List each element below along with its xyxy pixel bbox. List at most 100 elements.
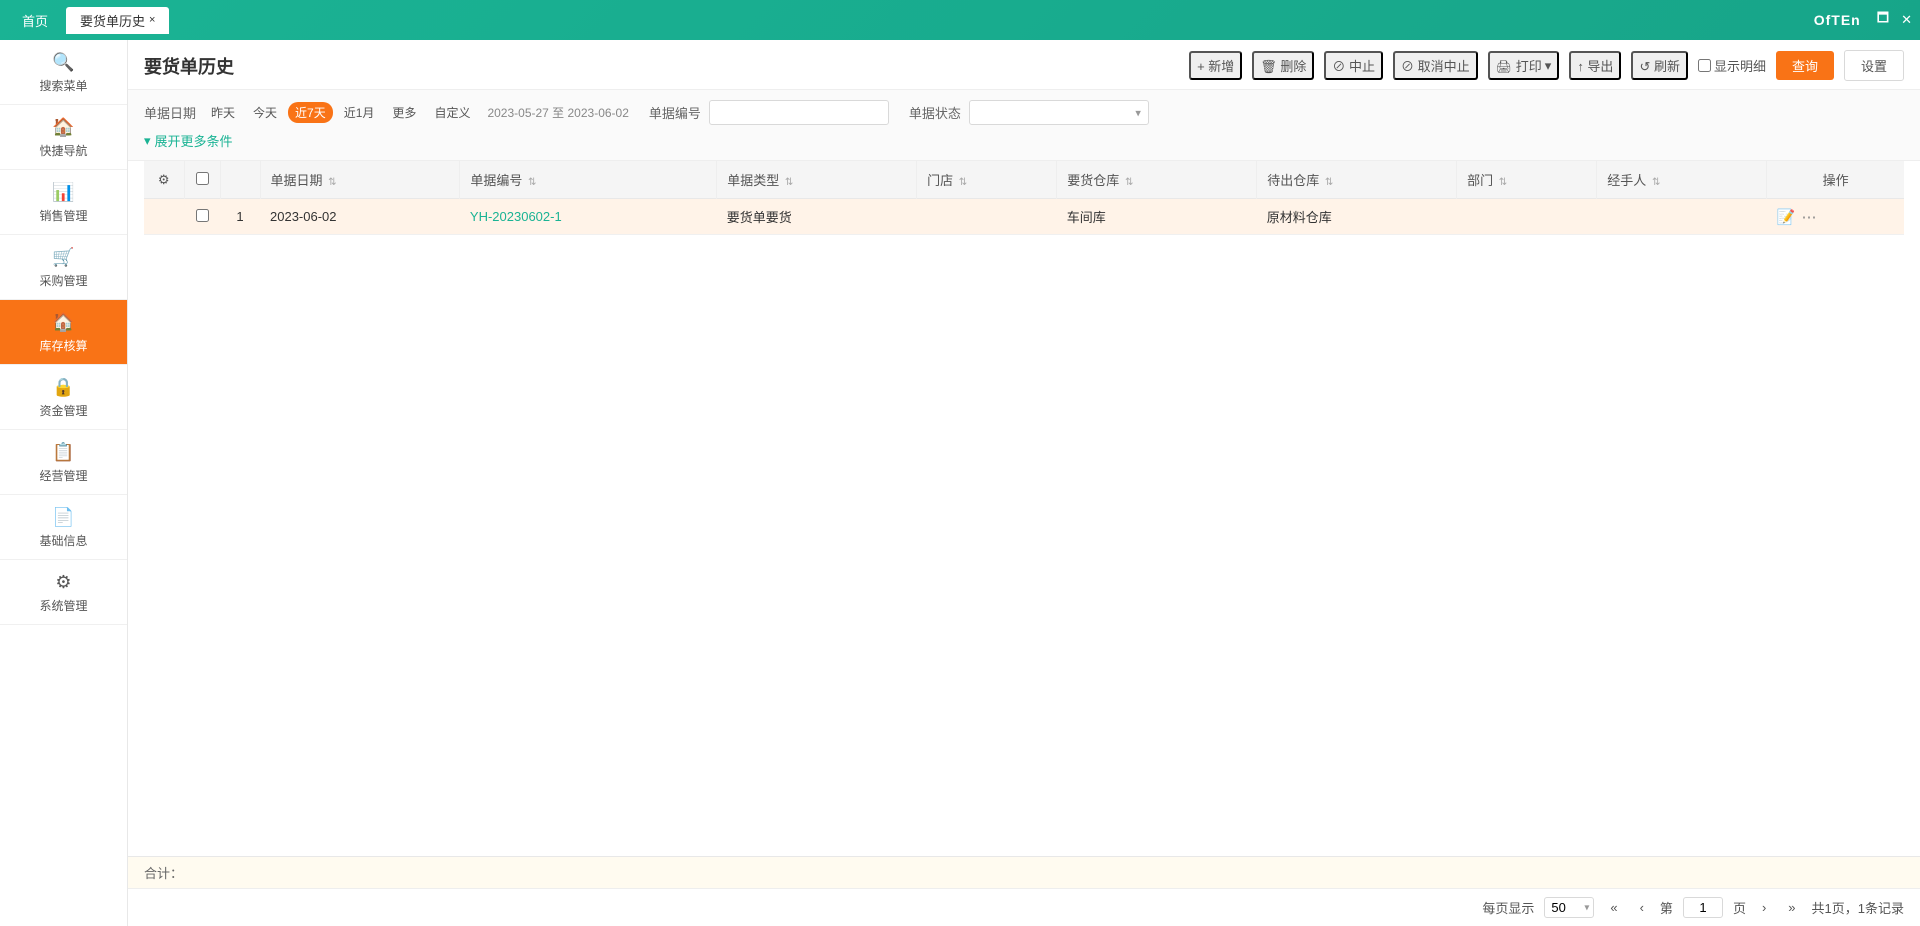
select-all-checkbox[interactable] [196,172,209,185]
tab-requisition-history[interactable]: 要货单历史 × [66,7,169,34]
cancel-stop-button[interactable]: ⊘ 取消中止 [1393,51,1478,80]
filter-row: 单据日期 昨天 今天 近7天 近1月 更多 自定义 2023-05-27 至 2… [144,100,1904,125]
table-row: 1 2023-06-02 YH-20230602-1 要货单要货 车间库 原材料… [144,199,1904,235]
doc-status-filter-group: 单据状态 [909,100,1149,125]
purchase-icon: 🛒 [52,247,74,268]
date-btn-yesterday[interactable]: 昨天 [204,102,242,123]
th-store[interactable]: 门店 ⇅ [917,161,1057,199]
sort-department-icon: ⇅ [1499,177,1507,188]
td-pending-warehouse: 原材料仓库 [1257,199,1457,235]
per-page-select[interactable]: 20 50 100 [1544,897,1594,918]
doc-status-select-wrapper [969,100,1149,125]
row-edit-icon[interactable]: 📝 [1777,208,1796,226]
next-page-btn[interactable]: › [1756,898,1772,917]
tab-home[interactable]: 首页 [8,7,62,34]
date-btn-last7days[interactable]: 近7天 [288,102,333,123]
tab-requisition-label: 要货单历史 [80,11,145,30]
display-detail-toggle[interactable]: 显示明细 [1698,56,1766,75]
new-button[interactable]: + 新增 [1189,51,1242,80]
window-close-btn[interactable]: ✕ [1901,12,1912,28]
sidebar-item-basic-info[interactable]: 📄 基础信息 [0,495,127,560]
tab-home-label: 首页 [22,11,48,30]
td-doc-number: YH-20230602-1 [460,199,717,235]
query-button[interactable]: 查询 [1776,51,1834,80]
sort-store-icon: ⇅ [959,177,967,188]
display-detail-checkbox[interactable] [1698,59,1711,72]
sort-pending-warehouse-icon: ⇅ [1325,177,1333,188]
page-input[interactable] [1683,897,1723,918]
date-btn-today[interactable]: 今天 [246,102,284,123]
stop-button[interactable]: ⊘ 中止 [1324,51,1383,80]
print-button[interactable]: 🖨 打印 ▾ [1488,51,1560,80]
page-title: 要货单历史 [144,53,234,79]
delete-button[interactable]: 🗑 删除 [1252,51,1314,80]
th-department[interactable]: 部门 ⇅ [1457,161,1597,199]
tab-close-icon[interactable]: × [149,14,155,26]
th-req-warehouse[interactable]: 要货仓库 ⇅ [1057,161,1257,199]
sidebar-item-search-menu[interactable]: 🔍 搜索菜单 [0,40,127,105]
sort-doc-date-icon: ⇅ [328,177,336,188]
th-checkbox [184,161,220,199]
refresh-button[interactable]: ↺ 刷新 [1631,51,1688,80]
td-department [1457,199,1597,235]
row-checkbox[interactable] [196,209,209,222]
doc-number-link[interactable]: YH-20230602-1 [470,209,562,224]
date-btn-last1month[interactable]: 近1月 [337,102,382,123]
settings-label: 设置 [1861,59,1887,74]
expand-more-btn[interactable]: ▾ 展开更多条件 [144,131,1904,150]
settings-button[interactable]: 设置 [1844,50,1904,81]
sidebar-item-operations[interactable]: 📋 经营管理 [0,430,127,495]
toolbar: + 新增 🗑 删除 ⊘ 中止 ⊘ 取消中止 🖨 打印 ▾ ↑ 导出 [1189,50,1904,81]
th-doc-number[interactable]: 单据编号 ⇅ [460,161,717,199]
page-suffix: 页 [1733,898,1746,917]
sidebar-system-label: 系统管理 [39,597,87,614]
sidebar: 🔍 搜索菜单 🏠 快捷导航 📊 销售管理 🛒 采购管理 🏠 库存核算 🔒 资金管… [0,40,128,926]
footer-total: 合计： [128,856,1920,888]
sidebar-item-sales[interactable]: 📊 销售管理 [0,170,127,235]
sidebar-item-inventory[interactable]: 🏠 库存核算 [0,300,127,365]
date-btn-more[interactable]: 更多 [385,102,423,123]
operations-icon: 📋 [52,442,74,463]
quick-nav-icon: 🏠 [52,117,74,138]
sidebar-basicinfo-label: 基础信息 [39,532,87,549]
filter-area: 单据日期 昨天 今天 近7天 近1月 更多 自定义 2023-05-27 至 2… [128,90,1920,161]
sidebar-capital-label: 资金管理 [39,402,87,419]
table-body: 1 2023-06-02 YH-20230602-1 要货单要货 车间库 原材料… [144,199,1904,235]
th-settings[interactable]: ⚙ [144,161,184,199]
export-label: ↑ 导出 [1577,56,1613,75]
sidebar-item-purchase[interactable]: 🛒 采购管理 [0,235,127,300]
print-label: 🖨 打印 [1496,56,1542,75]
row-more-icon[interactable]: ⋯ [1802,208,1817,226]
window-restore-btn[interactable]: 🗖 [1877,9,1889,31]
settings-col-icon: ⚙ [158,172,170,187]
sidebar-item-quick-nav[interactable]: 🏠 快捷导航 [0,105,127,170]
content-area: 要货单历史 + 新增 🗑 删除 ⊘ 中止 ⊘ 取消中止 🖨 打印 ▾ [128,40,1920,926]
export-button[interactable]: ↑ 导出 [1569,51,1621,80]
page-label: 第 [1660,898,1673,917]
td-handler [1597,199,1767,235]
doc-number-input[interactable] [709,100,889,125]
top-bar: 首页 要货单历史 × OfTEn 🗖 ✕ [0,0,1920,40]
sidebar-item-system[interactable]: ⚙ 系统管理 [0,560,127,625]
th-handler[interactable]: 经手人 ⇅ [1597,161,1767,199]
th-doc-date[interactable]: 单据日期 ⇅ [260,161,460,199]
often-logo: OfTEn [1814,12,1861,28]
last-page-btn[interactable]: » [1782,898,1801,917]
prev-page-btn[interactable]: ‹ [1634,898,1650,917]
date-btn-custom[interactable]: 自定义 [427,102,477,123]
th-pending-warehouse[interactable]: 待出仓库 ⇅ [1257,161,1457,199]
doc-status-label: 单据状态 [909,103,961,122]
print-dropdown-icon[interactable]: ▾ [1545,58,1552,74]
date-filter-label: 单据日期 [144,103,196,122]
refresh-label: ↺ 刷新 [1639,56,1680,75]
td-store [917,199,1057,235]
sidebar-purchase-label: 采购管理 [39,272,87,289]
doc-status-select[interactable] [969,100,1149,125]
first-page-btn[interactable]: « [1604,898,1623,917]
sidebar-item-capital[interactable]: 🔒 资金管理 [0,365,127,430]
date-filter-buttons: 昨天 今天 近7天 近1月 更多 自定义 [204,102,477,123]
th-doc-type[interactable]: 单据类型 ⇅ [717,161,917,199]
sidebar-quicknav-label: 快捷导航 [39,142,87,159]
sidebar-sales-label: 销售管理 [39,207,87,224]
td-doc-date: 2023-06-02 [260,199,460,235]
